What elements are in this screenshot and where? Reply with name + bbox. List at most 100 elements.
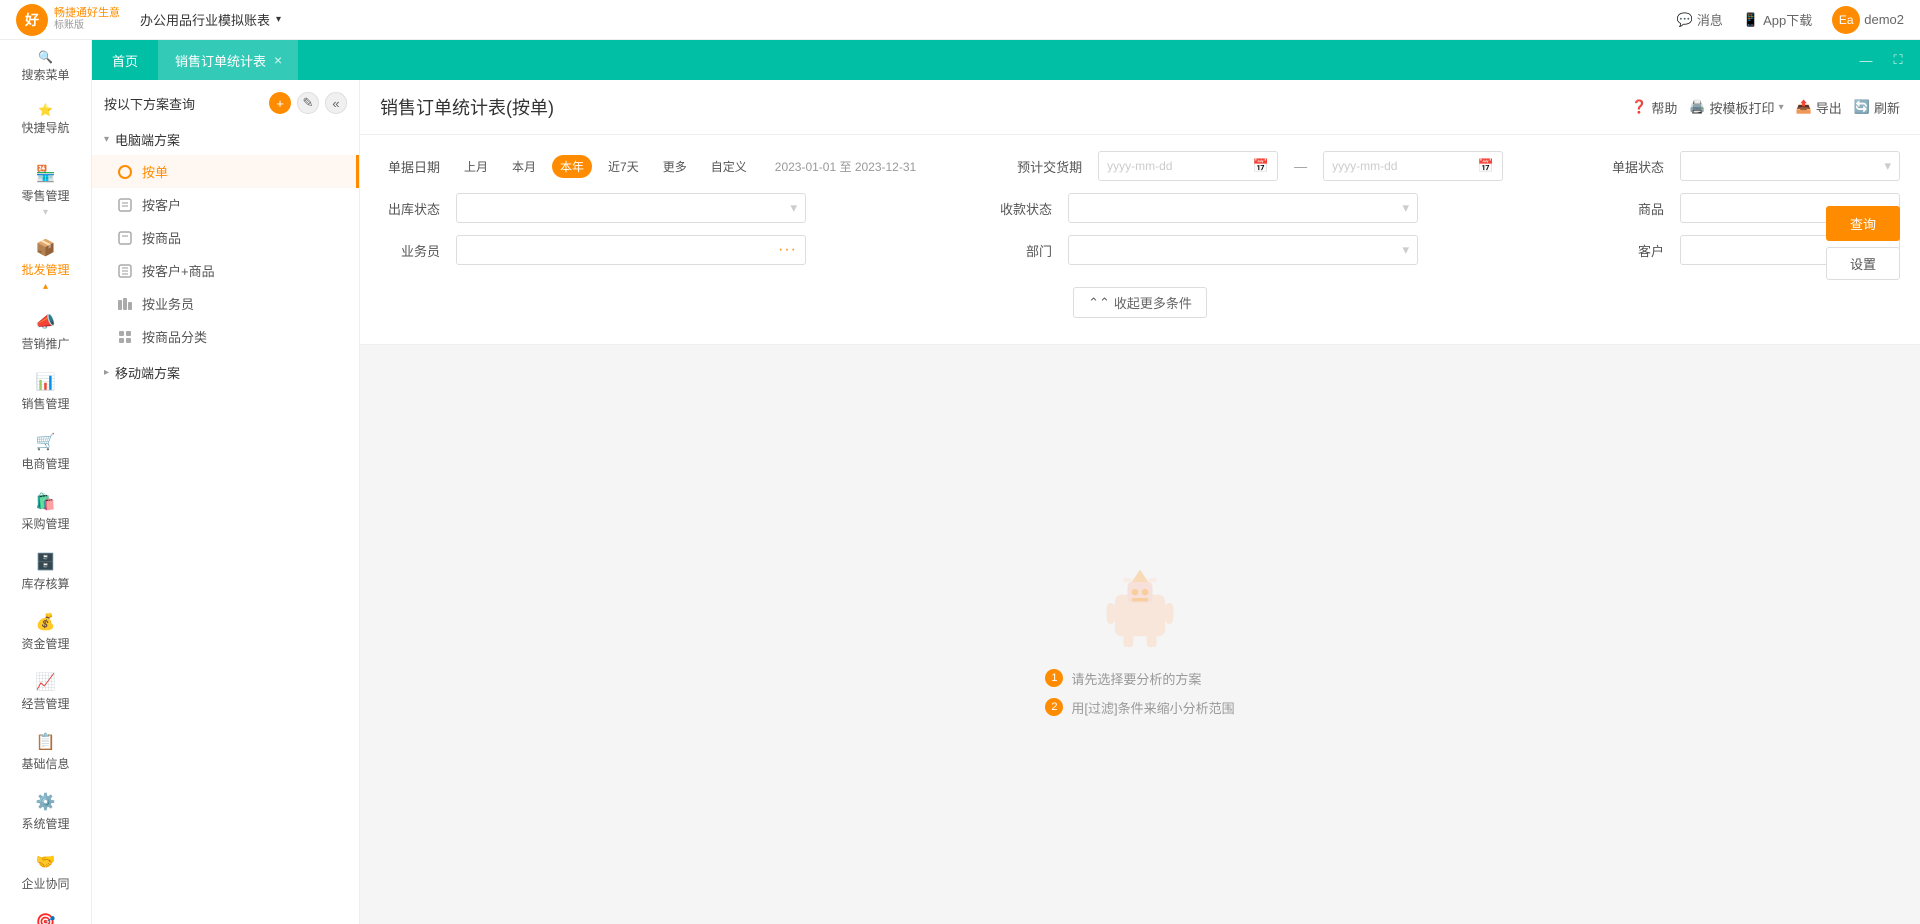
collapse-row: ⌃⌃ 收起更多条件 [380,277,1900,328]
tree-item-by-customer[interactable]: 按客户 [92,188,359,221]
tip-2-num: 2 [1045,698,1063,716]
sidebar-item-basic[interactable]: 📋 基础信息 [0,722,91,782]
calendar-end-icon[interactable]: 📅 [1478,158,1494,174]
order-status-label: 单据状态 [1604,157,1664,176]
sidebar-item-operations[interactable]: 📈 经营管理 [0,662,91,722]
sidebar-item-system[interactable]: ⚙️ 系统管理 [0,782,91,842]
sidebar-item-newbie[interactable]: 🎯 新手引导 [0,902,91,924]
date-range-text: 2023-01-01 至 2023-12-31 [775,158,916,175]
payment-status-select[interactable]: ▾ [1068,193,1418,223]
filter-row-1: 单据日期 上月 本月 本年 近7天 更多 自定义 2023-01-01 至 20… [380,151,1900,181]
by-customer-icon [116,196,134,214]
print-button[interactable]: 🖨️ 按模板打印 ▾ [1689,98,1783,117]
tab-maximize-button[interactable]: ⛶ [1884,46,1912,74]
tab-home[interactable]: 首页 [92,40,159,80]
sidebar-item-retail[interactable]: 🏪 零售管理 ▾ [0,154,91,228]
edit-scheme-button[interactable]: ✎ [297,92,319,114]
refresh-button[interactable]: 🔄 刷新 [1854,98,1900,117]
tree-pc-header[interactable]: ▾ 电脑端方案 [92,124,359,155]
app-download-button[interactable]: 📱 App下载 [1743,10,1812,29]
empty-tip-1: 1 请先选择要分析的方案 [1045,669,1234,688]
collapse-panel-button[interactable]: « [325,92,347,114]
delivery-chevron: ▾ [790,200,797,216]
filter-area: 单据日期 上月 本月 本年 近7天 更多 自定义 2023-01-01 至 20… [360,135,1920,345]
date-shortcut-thismonth[interactable]: 本月 [504,155,544,178]
calendar-start-icon[interactable]: 📅 [1253,158,1269,174]
app-logo: 好 畅捷通好生意 标账版 [16,4,120,36]
empty-tips: 1 请先选择要分析的方案 2 用[过滤]条件来缩小分析范围 [1045,669,1234,717]
tab-bar-actions: — ⛶ [1852,46,1920,74]
help-button[interactable]: ❓ 帮助 [1631,98,1677,117]
sidebar-item-inventory[interactable]: 🗄️ 库存核算 [0,542,91,602]
empty-tip-2: 2 用[过滤]条件来缩小分析范围 [1045,698,1234,717]
add-scheme-button[interactable]: + [269,92,291,114]
basic-icon: 📋 [36,732,56,752]
message-button[interactable]: 💬 消息 [1677,10,1723,29]
sidebar-item-purchase[interactable]: 🛍️ 采购管理 [0,482,91,542]
tab-close-button[interactable]: × [274,52,282,68]
tree-item-by-product[interactable]: 按商品 [92,221,359,254]
user-menu-button[interactable]: Ea demo2 [1832,6,1904,34]
refresh-icon: 🔄 [1854,99,1870,115]
tree-section-mobile: ▸ 移动端方案 [92,357,359,388]
sidebar-item-ecommerce[interactable]: 🛒 电商管理 [0,422,91,482]
payment-chevron: ▾ [1402,200,1409,216]
query-button[interactable]: 查询 [1826,206,1900,241]
sidebar: 🔍 搜索菜单 ⭐ 快捷导航 🏪 零售管理 ▾ 📦 批发管理 ▴ 📣 营销推广 [0,40,92,924]
salesperson-dots[interactable]: ··· [778,241,797,259]
main-content: 销售订单统计表(按单) ❓ 帮助 🖨️ 按模板打印 ▾ [360,80,1920,924]
tree-mobile-header[interactable]: ▸ 移动端方案 [92,357,359,388]
by-product-icon [116,229,134,247]
sidebar-item-finance[interactable]: 💰 资金管理 [0,602,91,662]
expected-date-start-input[interactable]: yyyy-mm-dd 📅 [1098,151,1278,181]
finance-icon: 💰 [36,612,56,632]
sidebar-item-sales[interactable]: 📊 销售管理 [0,362,91,422]
search-icon: 🔍 [38,50,53,64]
window-title: 办公用品行业模拟账表 ▾ [140,10,1677,29]
department-select[interactable]: ▾ [1068,235,1418,265]
page-title: 销售订单统计表(按单) [380,94,554,134]
date-shortcut-7days[interactable]: 近7天 [600,155,647,178]
tree-item-by-order[interactable]: 按单 [92,155,359,188]
tree-pc-chevron: ▾ [104,134,109,145]
star-icon: ⭐ [38,103,53,117]
sidebar-item-marketing[interactable]: 📣 营销推广 [0,302,91,362]
sidebar-item-collab[interactable]: 🤝 企业协同 [0,842,91,902]
print-dropdown-icon: ▾ [1779,102,1784,113]
user-avatar: Ea [1832,6,1860,34]
settings-button[interactable]: 设置 [1826,247,1900,280]
order-status-select[interactable]: ▾ [1680,151,1900,181]
sales-icon: 📊 [36,372,56,392]
date-shortcut-thisyear[interactable]: 本年 [552,155,592,178]
date-shortcut-lastmonth[interactable]: 上月 [456,155,496,178]
tree-section-pc: ▾ 电脑端方案 按单 按 [92,124,359,353]
tab-minimize-button[interactable]: — [1852,46,1880,74]
tree-item-by-salesperson[interactable]: 按业务员 [92,287,359,320]
wholesale-icon: 📦 [36,238,56,258]
tree-item-by-category[interactable]: 按商品分类 [92,320,359,353]
window-title-dropdown[interactable]: ▾ [276,14,281,25]
left-panel-title: 按以下方案查询 [104,94,195,113]
purchase-icon: 🛍️ [36,492,56,512]
sidebar-item-wholesale[interactable]: 📦 批发管理 ▴ [0,228,91,302]
search-menu-item[interactable]: 🔍 搜索菜单 [0,40,91,93]
quick-nav-item[interactable]: ⭐ 快捷导航 [0,93,91,146]
tree-item-by-cust-prod[interactable]: 按客户+商品 [92,254,359,287]
by-category-icon [116,328,134,346]
tab-bar: 首页 销售订单统计表 × — ⛶ [92,40,1920,80]
tab-sales-stat[interactable]: 销售订单统计表 × [159,40,298,80]
date-shortcut-custom[interactable]: 自定义 [703,155,755,178]
export-button[interactable]: 📤 导出 [1796,98,1842,117]
date-shortcut-more[interactable]: 更多 [655,155,695,178]
collapse-filters-button[interactable]: ⌃⌃ 收起更多条件 [1073,287,1207,318]
expected-date-end-input[interactable]: yyyy-mm-dd 📅 [1323,151,1503,181]
tree-pc-title: 电脑端方案 [115,130,180,149]
department-chevron: ▾ [1402,242,1409,258]
date-label: 单据日期 [380,157,440,176]
salesperson-input[interactable]: ··· [456,235,806,265]
product-label: 商品 [1604,199,1664,218]
logo-icon: 好 [16,4,48,36]
wholesale-expand-icon: ▴ [43,281,48,292]
delivery-status-select[interactable]: ▾ [456,193,806,223]
payment-status-label: 收款状态 [992,199,1052,218]
